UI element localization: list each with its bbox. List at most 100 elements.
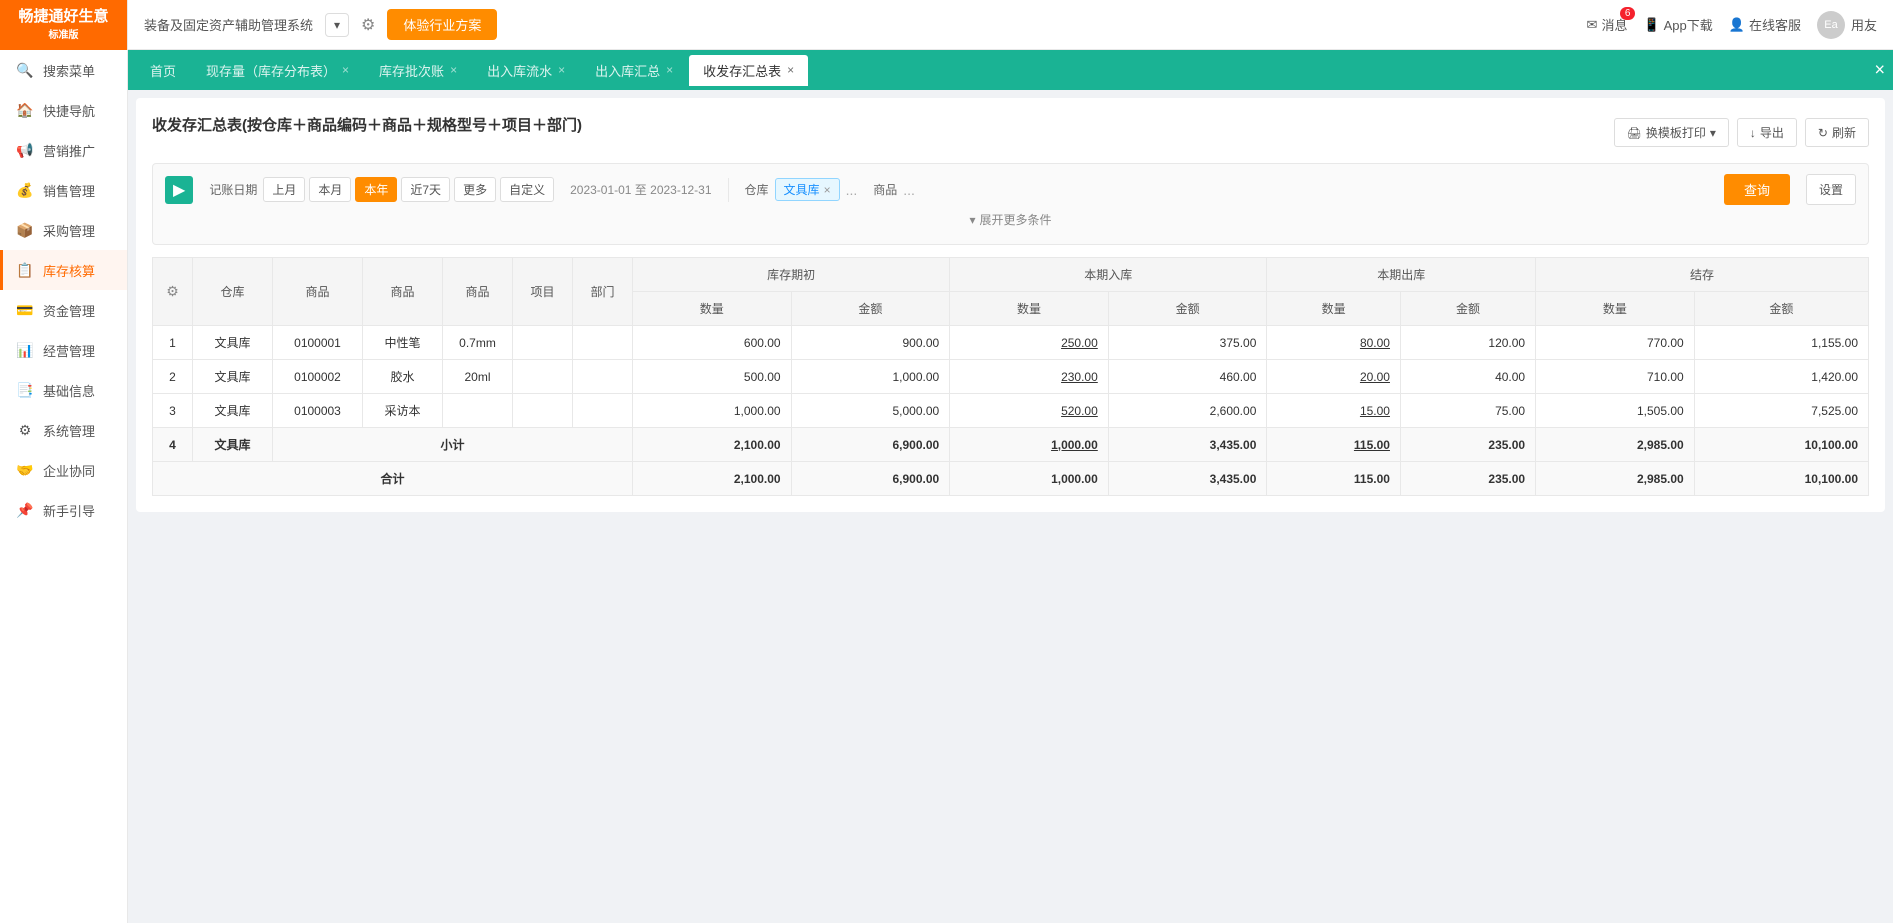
settings-button[interactable]: 设置 — [1806, 174, 1856, 205]
sidebar-item-purchase[interactable]: 📦采购管理 — [0, 210, 127, 250]
cell-in-qty: 250.00 — [950, 326, 1109, 360]
tab-label-recv_send: 收发存汇总表 — [703, 61, 781, 80]
cell-warehouse: 文具库 — [193, 326, 273, 360]
tab-close-batch[interactable]: × — [450, 63, 457, 77]
sidebar-item-guide[interactable]: 📌 新手引导 — [0, 490, 127, 530]
date-btn-自定义[interactable]: 自定义 — [500, 177, 554, 202]
gear-button[interactable]: ⚙ — [361, 15, 375, 35]
date-btn-更多[interactable]: 更多 — [454, 177, 496, 202]
cell-no: 3 — [153, 394, 193, 428]
main-area: 装备及固定资产辅助管理系统 ▾ ⚙ 体验行业方案 ✉ 消息 6 📱 App下载 … — [128, 0, 1893, 923]
date-btn-本年[interactable]: 本年 — [355, 177, 397, 202]
th-open-amt: 金额 — [791, 292, 950, 326]
th-bal-qty: 数量 — [1536, 292, 1695, 326]
sidebar-item-marketing[interactable]: 📢营销推广 — [0, 130, 127, 170]
date-range-display: 2023-01-01 至 2023-12-31 — [570, 181, 711, 198]
total-label: 合计 — [153, 462, 633, 496]
sidebar-icon-guide: 📌 — [15, 500, 35, 520]
total-out-qty: 115.00 — [1267, 462, 1401, 496]
total-bal-amt: 10,100.00 — [1694, 462, 1868, 496]
sidebar-label-collab: 企业协同 — [43, 461, 95, 480]
system-select-dropdown[interactable]: ▾ — [325, 13, 349, 37]
sidebar-label-sales: 销售管理 — [43, 181, 95, 200]
date-label: 记账日期 — [209, 181, 257, 198]
tab-label-flow: 出入库流水 — [487, 61, 552, 80]
tab-close-recv_send[interactable]: × — [787, 63, 794, 77]
message-badge: 6 — [1620, 7, 1636, 20]
date-buttons: 上月本月本年近7天更多自定义 — [263, 177, 554, 202]
cell-dept — [573, 360, 633, 394]
sidebar-label-purchase: 采购管理 — [43, 221, 95, 240]
tab-close-summary[interactable]: × — [666, 63, 673, 77]
export-icon: ↓ — [1750, 126, 1756, 140]
phone-icon: 📱 — [1643, 17, 1659, 33]
cell-project — [513, 326, 573, 360]
sidebar-item-search[interactable]: 🔍搜索菜单 — [0, 50, 127, 90]
sidebar-label-guide: 新手引导 — [43, 501, 95, 520]
warehouse-tag-remove[interactable]: × — [824, 183, 831, 197]
subtotal-warehouse: 文具库 — [193, 428, 273, 462]
sidebar-item-finance[interactable]: 💳资金管理 — [0, 290, 127, 330]
cell-out-amt: 75.00 — [1400, 394, 1535, 428]
experience-button[interactable]: 体验行业方案 — [387, 9, 497, 40]
date-btn-本月[interactable]: 本月 — [309, 177, 351, 202]
template-print-button[interactable]: 🖨 换模板打印 ▾ — [1614, 118, 1729, 147]
th-settings[interactable]: ⚙ — [153, 258, 193, 326]
tab-stock_dist[interactable]: 现存量（库存分布表）× — [192, 55, 363, 86]
page-header: 收发存汇总表(按仓库＋商品编码＋商品＋规格型号＋项目＋部门) 🖨 换模板打印 ▾… — [152, 114, 1869, 151]
date-btn-上月[interactable]: 上月 — [263, 177, 305, 202]
sidebar-item-inventory[interactable]: 📋 库存核算 — [0, 250, 127, 290]
refresh-button[interactable]: ↻ 刷新 — [1805, 118, 1869, 147]
cell-no: 1 — [153, 326, 193, 360]
message-button[interactable]: ✉ 消息 6 — [1587, 15, 1628, 34]
subtotal-out-qty: 115.00 — [1267, 428, 1401, 462]
sidebar-item-collab[interactable]: 🤝企业协同 — [0, 450, 127, 490]
online-service-label: 在线客服 — [1749, 15, 1801, 34]
query-button[interactable]: 查询 — [1724, 174, 1790, 205]
app-download-button[interactable]: 📱 App下载 — [1643, 15, 1712, 34]
expand-more-bar[interactable]: ▾ 展开更多条件 — [165, 205, 1856, 234]
th-in: 本期入库 — [950, 258, 1267, 292]
sidebar-item-quick[interactable]: 🏠快捷导航 — [0, 90, 127, 130]
tab-home[interactable]: 首页 — [136, 55, 190, 86]
app-download-label: App下载 — [1664, 15, 1713, 34]
cell-out-qty: 15.00 — [1267, 394, 1401, 428]
sidebar-item-base[interactable]: 📑基础信息 — [0, 370, 127, 410]
subtotal-label: 小计 — [273, 428, 633, 462]
sidebar-label-marketing: 营销推广 — [43, 141, 95, 160]
header-actions: 🖨 换模板打印 ▾ ↓ 导出 ↻ 刷新 — [1614, 118, 1869, 147]
refresh-label: 刷新 — [1832, 124, 1856, 141]
cell-out-qty: 20.00 — [1267, 360, 1401, 394]
tab-close-stock_dist[interactable]: × — [342, 63, 349, 77]
cell-warehouse: 文具库 — [193, 360, 273, 394]
sidebar-icon-sales: 💰 — [15, 180, 35, 200]
tab-close-flow[interactable]: × — [558, 63, 565, 77]
cell-out-qty: 80.00 — [1267, 326, 1401, 360]
tab-summary[interactable]: 出入库汇总 × — [581, 55, 687, 86]
user-menu[interactable]: Ea 用友 — [1817, 11, 1877, 39]
tab-flow[interactable]: 出入库流水 × — [473, 55, 579, 86]
sidebar-icon-inventory: 📋 — [15, 260, 35, 280]
goods-more-dots[interactable]: ... — [903, 182, 915, 198]
col-settings-icon[interactable]: ⚙ — [166, 283, 179, 299]
sidebar-item-system[interactable]: ⚙系统管理 — [0, 410, 127, 450]
sidebar-item-sales[interactable]: 💰 销售管理 — [0, 170, 127, 210]
subtotal-bal-qty: 2,985.00 — [1536, 428, 1695, 462]
tab-batch[interactable]: 库存批次账× — [365, 55, 471, 86]
online-service-button[interactable]: 👤 在线客服 — [1729, 15, 1801, 34]
cell-bal-amt: 1,420.00 — [1694, 360, 1868, 394]
th-warehouse: 仓库 — [193, 258, 273, 326]
warehouse-tag: 文具库 × — [775, 178, 840, 201]
close-all-tabs-button[interactable]: × — [1874, 60, 1885, 81]
date-btn-近7天[interactable]: 近7天 — [401, 177, 450, 202]
export-button[interactable]: ↓ 导出 — [1737, 118, 1797, 147]
sidebar-item-ops[interactable]: 📊经营管理 — [0, 330, 127, 370]
warehouse-more-dots[interactable]: ... — [846, 182, 858, 198]
th-bal-amt: 金额 — [1694, 292, 1868, 326]
table-row: 1 文具库 0100001 中性笔 0.7mm 600.00 900.00 25… — [153, 326, 1869, 360]
warehouse-label: 仓库 — [745, 181, 769, 198]
sidebar-label-inventory: 库存核算 — [43, 261, 95, 280]
tab-label-summary: 出入库汇总 — [595, 61, 660, 80]
filter-expand-button[interactable]: ▶ — [165, 176, 193, 204]
tab-recv_send[interactable]: 收发存汇总表 × — [689, 55, 808, 86]
